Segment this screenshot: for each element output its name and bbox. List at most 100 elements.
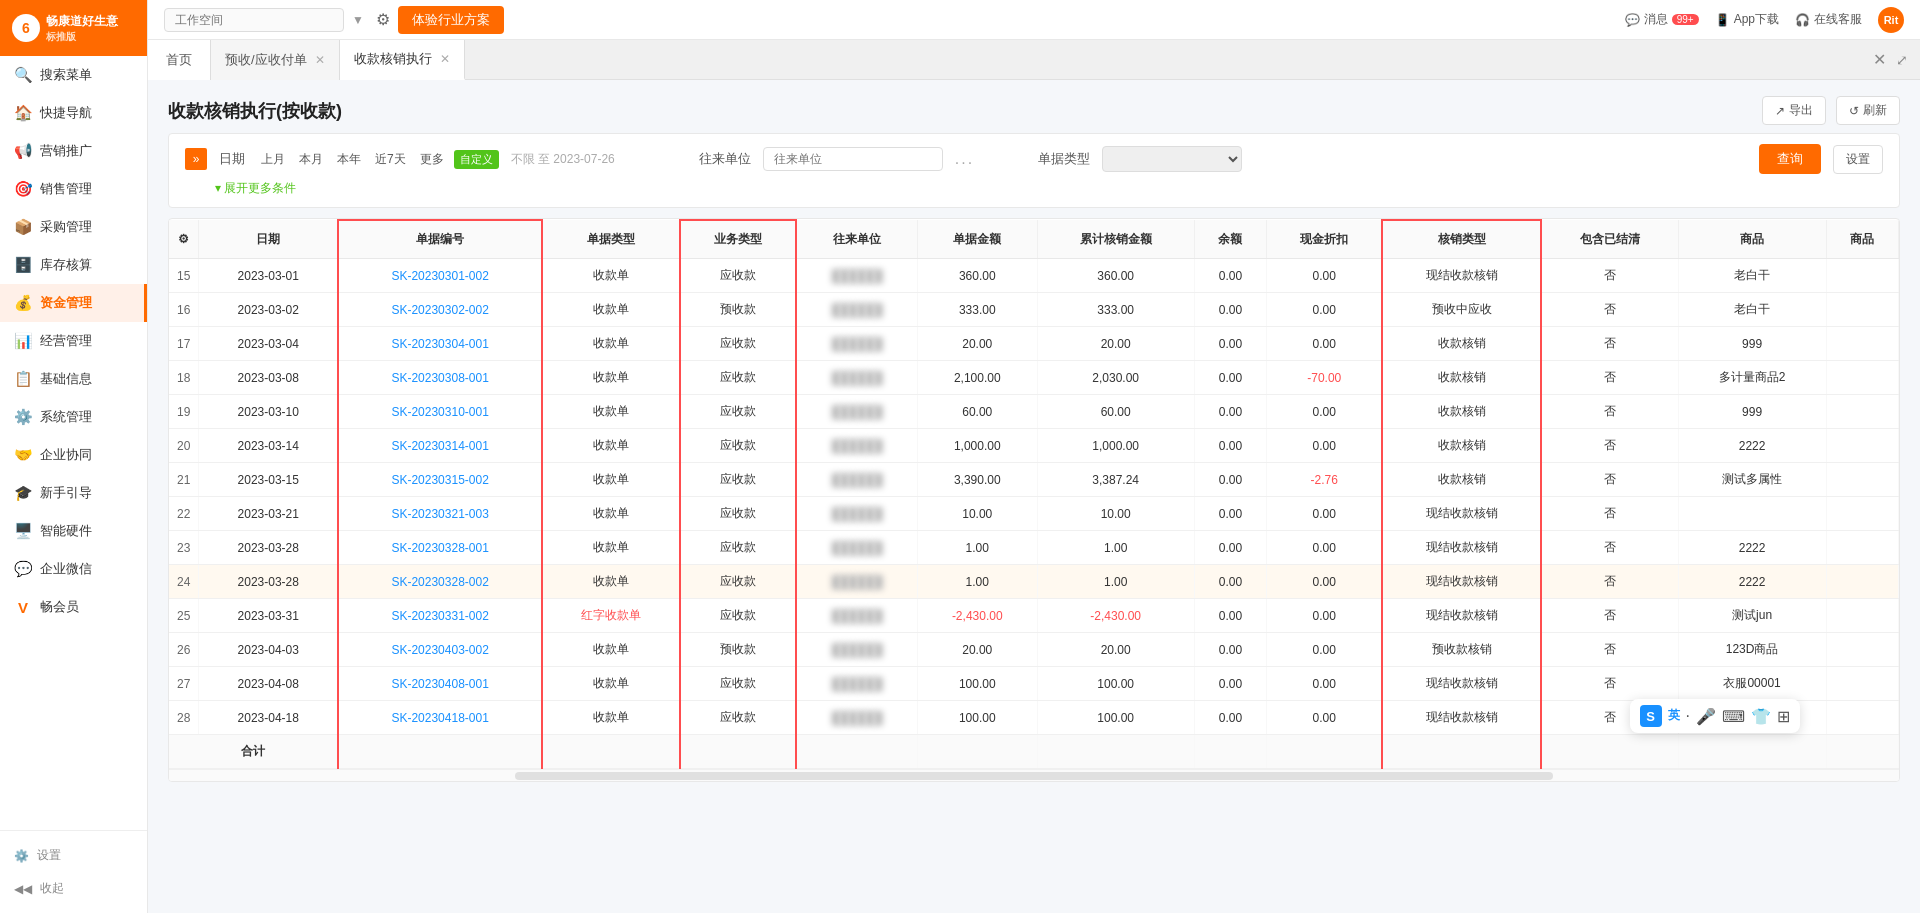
sidebar-item-quicknav[interactable]: 🏠 快捷导航 — [0, 94, 147, 132]
dropdown-arrow-icon[interactable]: ▼ — [352, 13, 364, 27]
sidebar-item-guide[interactable]: 🎓 新手引导 — [0, 474, 147, 512]
cell-product2 — [1826, 463, 1898, 497]
messages-button[interactable]: 💬 消息 99+ — [1625, 11, 1699, 28]
online-service-button[interactable]: 🎧 在线客服 — [1795, 11, 1862, 28]
refresh-button[interactable]: ↺ 刷新 — [1836, 96, 1900, 125]
tab-prepay-close[interactable]: ✕ — [315, 53, 325, 67]
sidebar-collapse-btn[interactable]: ◀◀ 收起 — [0, 872, 147, 905]
code-link[interactable]: SK-20230304-001 — [391, 337, 488, 351]
user-avatar[interactable]: Rit — [1878, 7, 1904, 33]
shirt-icon[interactable]: 👕 — [1751, 707, 1771, 726]
mic-icon[interactable]: 🎤 — [1696, 707, 1716, 726]
th-settings[interactable]: ⚙ — [169, 220, 199, 259]
gear-icon[interactable]: ⚙ — [376, 10, 390, 29]
english-icon[interactable]: 英 — [1668, 707, 1680, 726]
code-link[interactable]: SK-20230418-001 — [391, 711, 488, 725]
tab-payment-close[interactable]: ✕ — [440, 52, 450, 66]
filter-toggle-button[interactable]: » — [185, 148, 207, 170]
industry-solution-button[interactable]: 体验行业方案 — [398, 6, 504, 34]
cell-verify-amount: 360.00 — [1037, 259, 1194, 293]
code-link[interactable]: SK-20230328-002 — [391, 575, 488, 589]
sidebar-item-sales[interactable]: 🎯 销售管理 — [0, 170, 147, 208]
sidebar-item-search[interactable]: 🔍 搜索菜单 — [0, 56, 147, 94]
cell-cash-discount: 0.00 — [1267, 497, 1383, 531]
inventory-icon: 🗄️ — [14, 256, 32, 274]
code-link[interactable]: SK-20230408-001 — [391, 677, 488, 691]
close-all-icon[interactable]: ✕ — [1873, 50, 1886, 69]
cell-verify-amount: 1.00 — [1037, 531, 1194, 565]
date-7days-btn[interactable]: 近7天 — [371, 149, 410, 170]
cell-biz-type: 应收款 — [680, 429, 797, 463]
sum-biz-type — [680, 735, 797, 769]
horizontal-scrollbar[interactable] — [515, 772, 1553, 780]
cell-cash-discount: 0.00 — [1267, 701, 1383, 735]
partner-input[interactable] — [763, 147, 943, 171]
cell-sn: 21 — [169, 463, 199, 497]
date-last-month-btn[interactable]: 上月 — [257, 149, 289, 170]
code-link[interactable]: SK-20230314-001 — [391, 439, 488, 453]
cell-receipt-type: 收款单 — [542, 531, 680, 565]
expand-more-btn[interactable]: ▾ 展开更多条件 — [215, 180, 296, 197]
query-button[interactable]: 查询 — [1759, 144, 1821, 174]
cell-biz-type: 应收款 — [680, 327, 797, 361]
cell-receipt-type: 收款单 — [542, 565, 680, 599]
cell-code: SK-20230321-003 — [338, 497, 542, 531]
receipt-type-select[interactable] — [1102, 146, 1242, 172]
date-this-year-btn[interactable]: 本年 — [333, 149, 365, 170]
code-link[interactable]: SK-20230302-002 — [391, 303, 488, 317]
tab-home[interactable]: 首页 — [148, 40, 211, 80]
cell-product1: 2222 — [1678, 565, 1826, 599]
search-icon: 🔍 — [14, 66, 32, 84]
code-link[interactable]: SK-20230321-003 — [391, 507, 488, 521]
table-scrollbar[interactable] — [169, 769, 1899, 781]
date-this-month-btn[interactable]: 本月 — [295, 149, 327, 170]
cell-cash-discount: 0.00 — [1267, 565, 1383, 599]
code-link[interactable]: SK-20230331-002 — [391, 609, 488, 623]
sidebar-item-hardware[interactable]: 🖥️ 智能硬件 — [0, 512, 147, 550]
sidebar-item-wechat[interactable]: 💬 企业微信 — [0, 550, 147, 588]
dot-icon[interactable]: · — [1686, 707, 1690, 726]
sidebar-item-basic[interactable]: 📋 基础信息 — [0, 360, 147, 398]
code-link[interactable]: SK-20230328-001 — [391, 541, 488, 555]
cell-product1: 老白干 — [1678, 293, 1826, 327]
date-more-btn[interactable]: 更多 — [416, 149, 448, 170]
cell-receipt-type: 收款单 — [542, 667, 680, 701]
export-button[interactable]: ↗ 导出 — [1762, 96, 1826, 125]
tab-payment[interactable]: 收款核销执行 ✕ — [340, 40, 465, 80]
sidebar-item-enterprise[interactable]: 🤝 企业协同 — [0, 436, 147, 474]
code-link[interactable]: SK-20230301-002 — [391, 269, 488, 283]
cell-sn: 24 — [169, 565, 199, 599]
topbar-workspace: ▼ ⚙ 体验行业方案 — [164, 6, 1613, 34]
cell-amount: 20.00 — [917, 633, 1037, 667]
code-link[interactable]: SK-20230403-002 — [391, 643, 488, 657]
date-custom-btn[interactable]: 自定义 — [454, 150, 499, 169]
cell-sn: 23 — [169, 531, 199, 565]
grid-icon[interactable]: ⊞ — [1777, 707, 1790, 726]
sidebar-item-operations[interactable]: 📊 经营管理 — [0, 322, 147, 360]
app-download-button[interactable]: 📱 App下载 — [1715, 11, 1779, 28]
cell-cash-discount: -2.76 — [1267, 463, 1383, 497]
sidebar-item-marketing[interactable]: 📢 营销推广 — [0, 132, 147, 170]
cell-balance: 0.00 — [1194, 565, 1266, 599]
sidebar-item-member[interactable]: V 畅会员 — [0, 588, 147, 626]
keyboard-icon[interactable]: ⌨ — [1722, 707, 1745, 726]
filter-settings-button[interactable]: 设置 — [1833, 145, 1883, 174]
workspace-input[interactable] — [164, 8, 344, 32]
th-receipt-type: 单据类型 — [542, 220, 680, 259]
sidebar-item-purchase[interactable]: 📦 采购管理 — [0, 208, 147, 246]
sidebar-item-finance[interactable]: 💰 资金管理 — [0, 284, 147, 322]
code-link[interactable]: SK-20230308-001 — [391, 371, 488, 385]
sidebar-settings-btn[interactable]: ⚙️ 设置 — [0, 839, 147, 872]
tab-prepay[interactable]: 预收/应收付单 ✕ — [211, 40, 340, 80]
cell-balance: 0.00 — [1194, 429, 1266, 463]
expand-icon[interactable]: ⤢ — [1896, 52, 1908, 68]
cell-date: 2023-03-28 — [199, 565, 338, 599]
code-link[interactable]: SK-20230310-001 — [391, 405, 488, 419]
finance-icon: 💰 — [14, 294, 32, 312]
sidebar-item-system[interactable]: ⚙️ 系统管理 — [0, 398, 147, 436]
sidebar-item-inventory[interactable]: 🗄️ 库存核算 — [0, 246, 147, 284]
cell-balance: 0.00 — [1194, 395, 1266, 429]
cell-verify-amount: 60.00 — [1037, 395, 1194, 429]
code-link[interactable]: SK-20230315-002 — [391, 473, 488, 487]
cell-product1: 999 — [1678, 395, 1826, 429]
